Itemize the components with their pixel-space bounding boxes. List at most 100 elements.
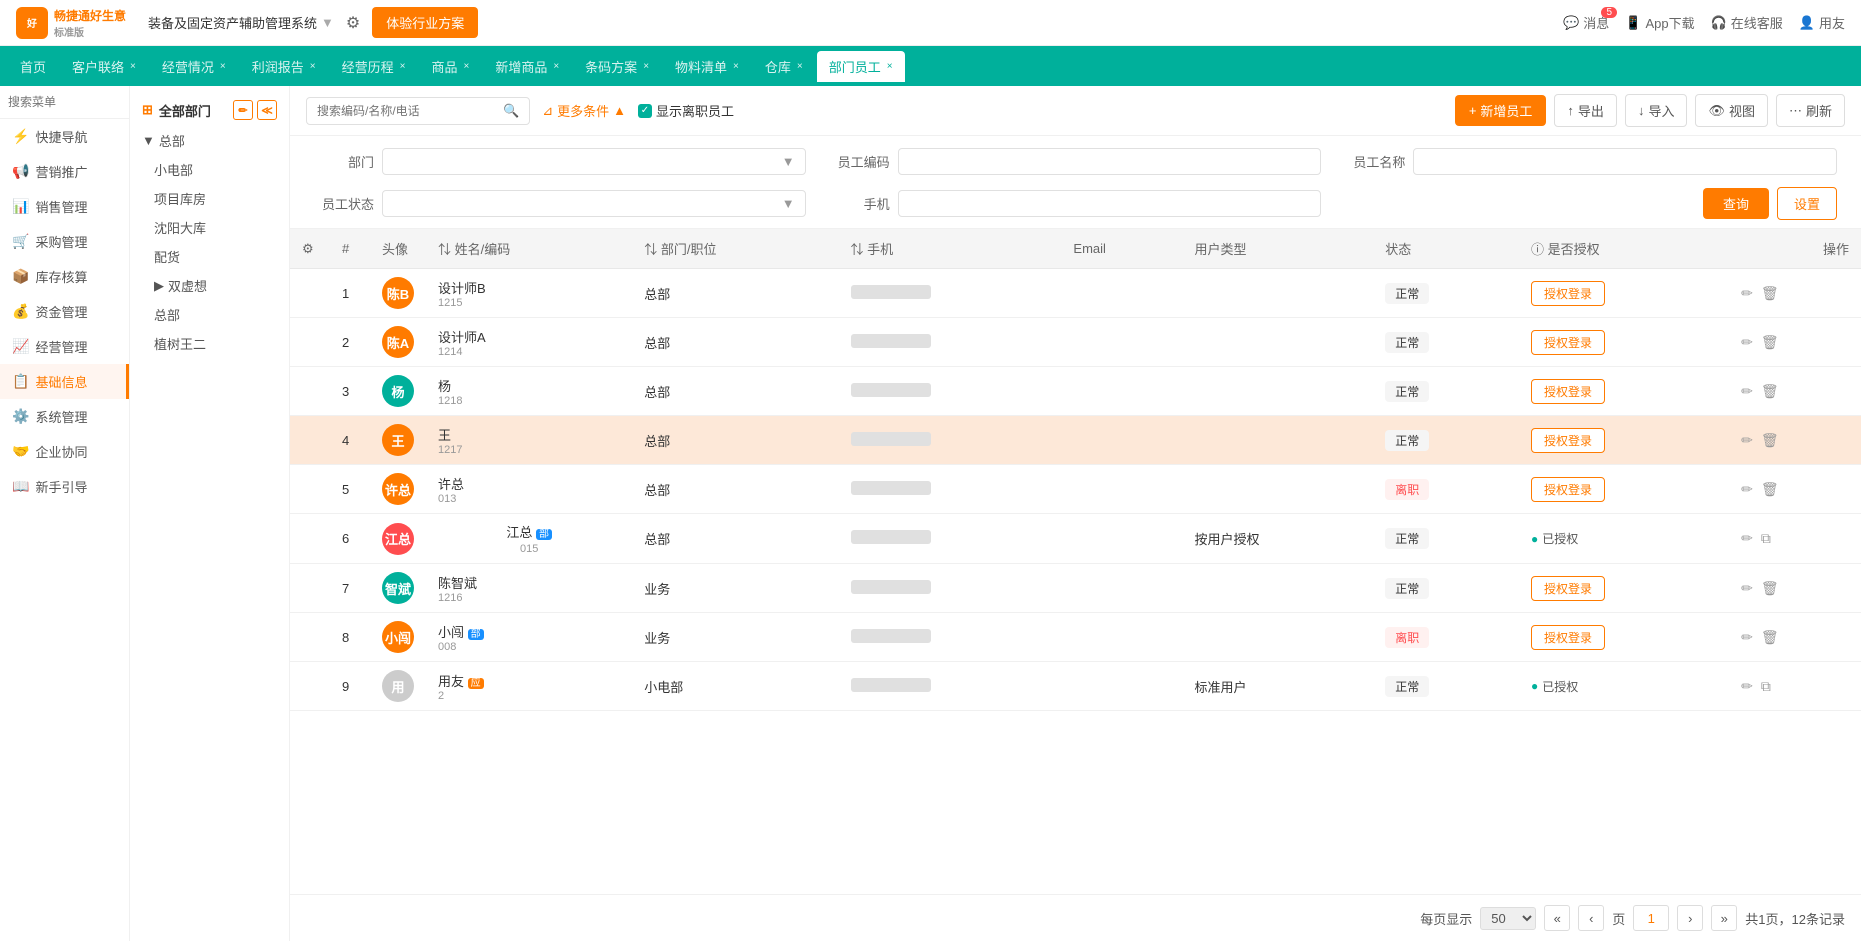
set-button[interactable]: 设置 [1777,187,1837,220]
close-icon[interactable]: × [553,61,559,72]
tree-node-zhishu[interactable]: 植树王二 [130,329,289,358]
copy-button[interactable]: ⧉ [1761,530,1771,547]
edit-button[interactable]: ✏ [1741,580,1753,597]
sidebar-item-marketing[interactable]: 📢 营销推广 [0,154,129,189]
copy-button[interactable]: ⧉ [1761,678,1771,695]
online-service-button[interactable]: 🎧 在线客服 [1711,13,1783,32]
auth-button[interactable]: 授权登录 [1531,379,1605,404]
tab-barcode[interactable]: 条码方案× [573,51,661,82]
close-icon[interactable]: × [130,61,136,72]
tree-node-hq[interactable]: 总部 [130,300,289,329]
tree-node-shenyang[interactable]: 沈阳大库 [130,213,289,242]
col-name[interactable]: ⇅ 姓名/编码 [426,229,632,269]
edit-button[interactable]: ✏ [1741,432,1753,449]
refresh-button[interactable]: ⋯ 刷新 [1776,94,1845,127]
last-page-button[interactable]: » [1711,905,1737,931]
tree-node-root[interactable]: ▼ 总部 [130,126,289,155]
sidebar-item-purchase[interactable]: 🛒 采购管理 [0,224,129,259]
first-page-button[interactable]: « [1544,905,1570,931]
close-icon[interactable]: × [220,61,226,72]
tab-goods[interactable]: 商品× [419,51,481,82]
auth-button[interactable]: 授权登录 [1531,428,1605,453]
delete-button[interactable]: 🗑 [1761,334,1779,351]
next-page-button[interactable]: › [1677,905,1703,931]
close-icon[interactable]: × [463,61,469,72]
sidebar-item-basic[interactable]: 📋 基础信息 [0,364,129,399]
emp-code-input[interactable] [898,148,1322,175]
auth-button[interactable]: 授权登录 [1531,576,1605,601]
tab-business[interactable]: 经营历程× [330,51,418,82]
edit-button[interactable]: ✏ [1741,285,1753,302]
sidebar-item-shortcut[interactable]: ⚡ 快捷导航 [0,119,129,154]
close-icon[interactable]: × [310,61,316,72]
tree-node-xiaodibu[interactable]: 小电部 [130,155,289,184]
edit-button[interactable]: ✏ [1741,334,1753,351]
tab-new-goods[interactable]: 新增商品× [483,51,571,82]
auth-button[interactable]: 授权登录 [1531,477,1605,502]
sidebar-item-guide[interactable]: 📖 新手引导 [0,469,129,504]
col-phone[interactable]: ⇅ 手机 [839,229,1062,269]
sidebar-search-input[interactable] [8,95,130,109]
trial-button[interactable]: 体验行业方案 [372,7,478,38]
auth-button[interactable]: 授权登录 [1531,625,1605,650]
close-icon[interactable]: × [643,61,649,72]
tab-bom[interactable]: 物料清单× [663,51,751,82]
sidebar-item-system[interactable]: ⚙️ 系统管理 [0,399,129,434]
col-dept[interactable]: ⇅ 部门/职位 [632,229,838,269]
app-download-button[interactable]: 📱 App下载 [1625,13,1694,32]
settings-button[interactable]: ⚙ [346,13,360,33]
show-resigned-toggle[interactable]: ✓ 显示离职员工 [638,101,734,120]
sidebar-item-collab[interactable]: 🤝 企业协同 [0,434,129,469]
close-icon[interactable]: × [400,61,406,72]
auth-button[interactable]: 授权登录 [1531,330,1605,355]
tab-home[interactable]: 首页 [8,51,58,82]
tab-profit[interactable]: 利润报告× [240,51,328,82]
close-icon[interactable]: × [797,61,803,72]
delete-button[interactable]: 🗑 [1761,285,1779,302]
phone-input[interactable] [898,190,1322,217]
tree-collapse-icon[interactable]: ≪ [257,100,277,120]
col-settings[interactable]: ⚙ [290,229,330,269]
export-button[interactable]: ↑ 导出 [1554,94,1617,127]
sidebar-item-sales[interactable]: 📊 销售管理 [0,189,129,224]
sidebar-item-inventory[interactable]: 📦 库存核算 [0,259,129,294]
dept-select[interactable]: ▼ [382,148,806,175]
tree-edit-icon[interactable]: ✏ [233,100,253,120]
add-employee-button[interactable]: + 新增员工 [1455,95,1547,126]
import-button[interactable]: ↓ 导入 [1625,94,1688,127]
emp-name-input[interactable] [1413,148,1837,175]
sidebar-item-management[interactable]: 📈 经营管理 [0,329,129,364]
page-size-select[interactable]: 50 100 [1480,907,1536,930]
sidebar-item-finance[interactable]: 💰 资金管理 [0,294,129,329]
close-icon[interactable]: × [733,61,739,72]
tab-operation[interactable]: 经营情况× [150,51,238,82]
auth-button[interactable]: 授权登录 [1531,281,1605,306]
delete-button[interactable]: 🗑 [1761,481,1779,498]
delete-button[interactable]: 🗑 [1761,383,1779,400]
close-icon[interactable]: × [887,61,893,72]
dropdown-arrow-icon[interactable]: ▼ [321,15,334,30]
user-avatar-button[interactable]: 👤 用友 [1799,13,1845,32]
delete-button[interactable]: 🗑 [1761,580,1779,597]
tree-node-project[interactable]: 项目库房 [130,184,289,213]
tree-node-delivery[interactable]: 配货 [130,242,289,271]
search-button[interactable]: 查询 [1703,188,1769,219]
search-input[interactable] [317,104,497,118]
edit-button[interactable]: ✏ [1741,481,1753,498]
edit-button[interactable]: ✏ [1741,678,1753,695]
prev-page-button[interactable]: ‹ [1578,905,1604,931]
message-button[interactable]: 💬 消息 5 [1563,13,1609,32]
delete-button[interactable]: 🗑 [1761,629,1779,646]
more-filters-button[interactable]: ⊿ 更多条件 ▲ [542,101,626,120]
view-button[interactable]: 👁 视图 [1695,94,1768,127]
edit-button[interactable]: ✏ [1741,383,1753,400]
delete-button[interactable]: 🗑 [1761,432,1779,449]
logo-icon: 好 [16,7,48,39]
emp-status-select[interactable]: ▼ [382,190,806,217]
edit-button[interactable]: ✏ [1741,629,1753,646]
tab-customer[interactable]: 客户联络× [60,51,148,82]
tab-employee[interactable]: 部门员工× [817,51,905,82]
tree-node-double[interactable]: ▶ 双虚想 [130,271,289,300]
tab-warehouse[interactable]: 仓库× [753,51,815,82]
edit-button[interactable]: ✏ [1741,530,1753,547]
